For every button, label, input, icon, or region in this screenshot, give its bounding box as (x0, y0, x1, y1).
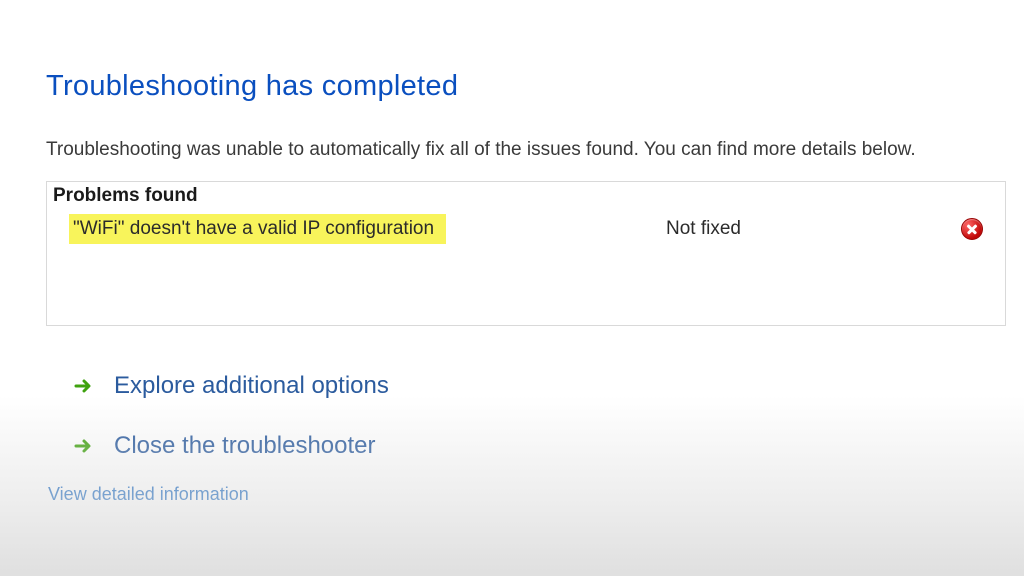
problem-row[interactable]: "WiFi" doesn't have a valid IP configura… (47, 210, 1005, 248)
problems-header: Problems found (47, 182, 1005, 210)
view-detailed-information-link[interactable]: View detailed information (46, 484, 249, 505)
explore-additional-options[interactable]: Explore additional options (46, 362, 984, 422)
arrow-right-icon (74, 376, 94, 396)
problem-status: Not fixed (666, 218, 851, 240)
problem-description: "WiFi" doesn't have a valid IP configura… (69, 214, 446, 244)
arrow-right-icon (74, 436, 94, 456)
page-subtitle: Troubleshooting was unable to automatica… (46, 137, 976, 163)
problems-panel: Problems found "WiFi" doesn't have a val… (46, 181, 1006, 326)
close-troubleshooter[interactable]: Close the troubleshooter (46, 422, 984, 482)
option-label: Close the troubleshooter (114, 432, 376, 460)
options-list: Explore additional options Close the tro… (46, 362, 984, 482)
error-icon (961, 218, 983, 240)
option-label: Explore additional options (114, 372, 389, 400)
page-title: Troubleshooting has completed (46, 70, 984, 103)
